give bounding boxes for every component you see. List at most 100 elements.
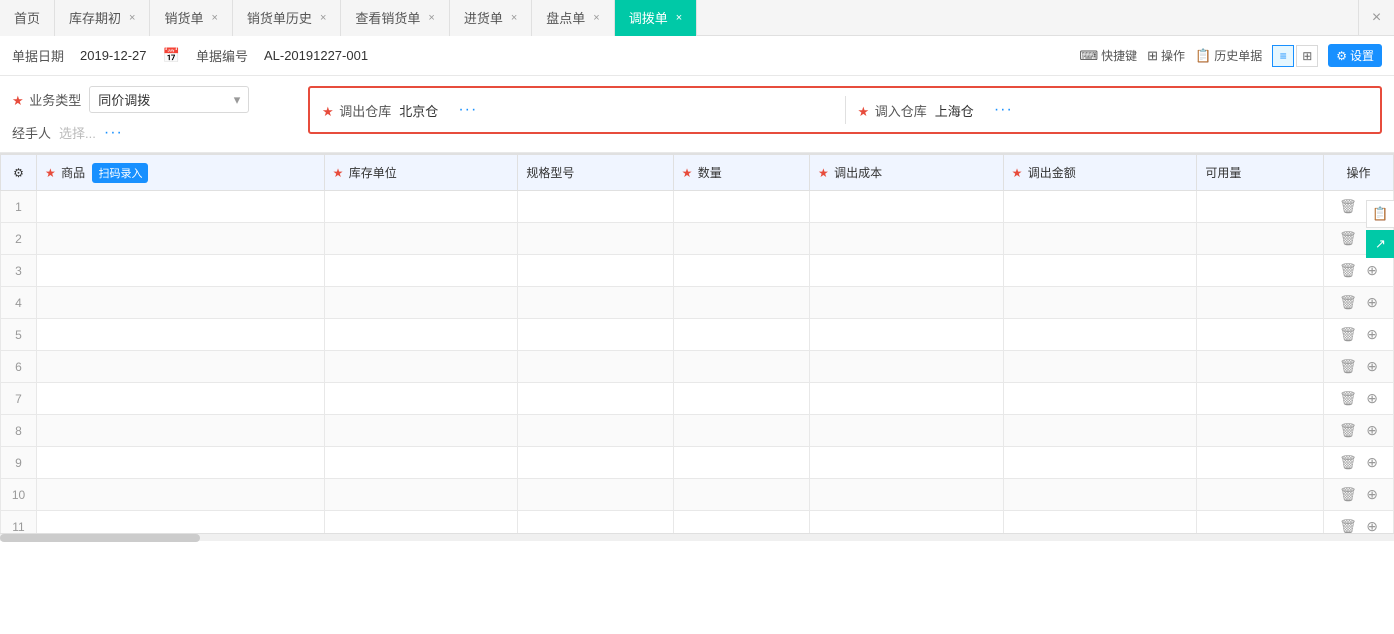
- available-cell[interactable]: [1197, 191, 1324, 223]
- tab-close-icon[interactable]: ×: [211, 12, 217, 24]
- tab-stocktake[interactable]: 盘点单 ×: [532, 0, 614, 36]
- history-button[interactable]: 📋 历史单据: [1195, 47, 1262, 64]
- person-input[interactable]: 选择...: [59, 123, 96, 142]
- available-cell[interactable]: [1197, 351, 1324, 383]
- tab-close-icon[interactable]: ×: [129, 12, 135, 24]
- settings-col-header[interactable]: ⚙: [1, 155, 37, 191]
- qty-cell[interactable]: [673, 447, 809, 479]
- unit-cell[interactable]: [324, 287, 518, 319]
- spec-cell[interactable]: [518, 447, 673, 479]
- scroll-thumb[interactable]: [0, 534, 200, 542]
- amount-cell[interactable]: [1003, 287, 1197, 319]
- available-cell[interactable]: [1197, 255, 1324, 287]
- tab-close-icon[interactable]: ×: [593, 12, 599, 24]
- amount-cell[interactable]: [1003, 447, 1197, 479]
- product-cell[interactable]: [37, 447, 325, 479]
- window-close-button[interactable]: ×: [1358, 0, 1394, 36]
- spec-cell[interactable]: [518, 479, 673, 511]
- unit-cell[interactable]: [324, 479, 518, 511]
- delete-icon[interactable]: 🗑: [1339, 198, 1357, 215]
- cost-cell[interactable]: [809, 383, 1003, 415]
- qty-cell[interactable]: [673, 319, 809, 351]
- unit-cell[interactable]: [324, 511, 518, 534]
- delete-icon[interactable]: 🗑: [1339, 390, 1357, 407]
- person-more-button[interactable]: ···: [104, 124, 123, 142]
- tab-home[interactable]: 首页: [0, 0, 55, 36]
- product-cell[interactable]: [37, 511, 325, 534]
- tab-close-icon[interactable]: ×: [320, 12, 326, 24]
- amount-cell[interactable]: [1003, 479, 1197, 511]
- unit-cell[interactable]: [324, 351, 518, 383]
- layout-btn-grid[interactable]: ⊞: [1296, 45, 1318, 67]
- warehouse-out-more-button[interactable]: ···: [458, 101, 477, 119]
- cost-cell[interactable]: [809, 319, 1003, 351]
- qty-cell[interactable]: [673, 287, 809, 319]
- qty-cell[interactable]: [673, 511, 809, 534]
- delete-icon[interactable]: 🗑: [1339, 422, 1357, 439]
- available-cell[interactable]: [1197, 511, 1324, 534]
- amount-cell[interactable]: [1003, 223, 1197, 255]
- available-cell[interactable]: [1197, 479, 1324, 511]
- qty-cell[interactable]: [673, 223, 809, 255]
- unit-cell[interactable]: [324, 415, 518, 447]
- unit-cell[interactable]: [324, 447, 518, 479]
- amount-cell[interactable]: [1003, 511, 1197, 534]
- tab-purchase[interactable]: 进货单 ×: [450, 0, 532, 36]
- tab-sales-order[interactable]: 销货单 ×: [150, 0, 232, 36]
- tab-transfer[interactable]: 调拨单 ×: [615, 0, 697, 36]
- operations-button[interactable]: ⊞ 操作: [1147, 47, 1185, 64]
- business-type-dropdown[interactable]: 同价调拨 ▾: [89, 86, 249, 113]
- unit-cell[interactable]: [324, 255, 518, 287]
- copy-icon[interactable]: ⊕: [1366, 390, 1378, 407]
- product-cell[interactable]: [37, 255, 325, 287]
- tab-close-icon[interactable]: ×: [511, 12, 517, 24]
- cost-cell[interactable]: [809, 255, 1003, 287]
- spec-cell[interactable]: [518, 415, 673, 447]
- amount-cell[interactable]: [1003, 383, 1197, 415]
- unit-cell[interactable]: [324, 223, 518, 255]
- warehouse-in-more-button[interactable]: ···: [994, 101, 1013, 119]
- cost-cell[interactable]: [809, 351, 1003, 383]
- product-cell[interactable]: [37, 351, 325, 383]
- product-cell[interactable]: [37, 415, 325, 447]
- cost-cell[interactable]: [809, 223, 1003, 255]
- notes-side-button[interactable]: 📋: [1366, 200, 1394, 228]
- expand-side-button[interactable]: ↗: [1366, 230, 1394, 258]
- delete-icon[interactable]: 🗑: [1339, 230, 1357, 247]
- product-cell[interactable]: [37, 191, 325, 223]
- qty-cell[interactable]: [673, 383, 809, 415]
- delete-icon[interactable]: 🗑: [1339, 518, 1357, 533]
- tab-inventory-init[interactable]: 库存期初 ×: [55, 0, 150, 36]
- delete-icon[interactable]: 🗑: [1339, 294, 1357, 311]
- product-cell[interactable]: [37, 383, 325, 415]
- copy-icon[interactable]: ⊕: [1366, 294, 1378, 311]
- cost-cell[interactable]: [809, 287, 1003, 319]
- delete-icon[interactable]: 🗑: [1339, 326, 1357, 343]
- product-cell[interactable]: [37, 479, 325, 511]
- delete-icon[interactable]: 🗑: [1339, 486, 1357, 503]
- available-cell[interactable]: [1197, 287, 1324, 319]
- qty-cell[interactable]: [673, 415, 809, 447]
- shortcuts-button[interactable]: ⌨ 快捷键: [1079, 47, 1137, 64]
- available-cell[interactable]: [1197, 415, 1324, 447]
- available-cell[interactable]: [1197, 383, 1324, 415]
- horizontal-scrollbar[interactable]: [0, 533, 1394, 541]
- cost-cell[interactable]: [809, 479, 1003, 511]
- unit-cell[interactable]: [324, 191, 518, 223]
- spec-cell[interactable]: [518, 223, 673, 255]
- amount-cell[interactable]: [1003, 319, 1197, 351]
- settings-button[interactable]: ⚙ 设置: [1328, 44, 1382, 67]
- cost-cell[interactable]: [809, 511, 1003, 534]
- delete-icon[interactable]: 🗑: [1339, 262, 1357, 279]
- qty-cell[interactable]: [673, 255, 809, 287]
- spec-cell[interactable]: [518, 383, 673, 415]
- amount-cell[interactable]: [1003, 351, 1197, 383]
- spec-cell[interactable]: [518, 319, 673, 351]
- copy-icon[interactable]: ⊕: [1366, 422, 1378, 439]
- tab-sales-history[interactable]: 销货单历史 ×: [233, 0, 341, 36]
- spec-cell[interactable]: [518, 287, 673, 319]
- qty-cell[interactable]: [673, 479, 809, 511]
- unit-cell[interactable]: [324, 383, 518, 415]
- cost-cell[interactable]: [809, 447, 1003, 479]
- product-cell[interactable]: [37, 319, 325, 351]
